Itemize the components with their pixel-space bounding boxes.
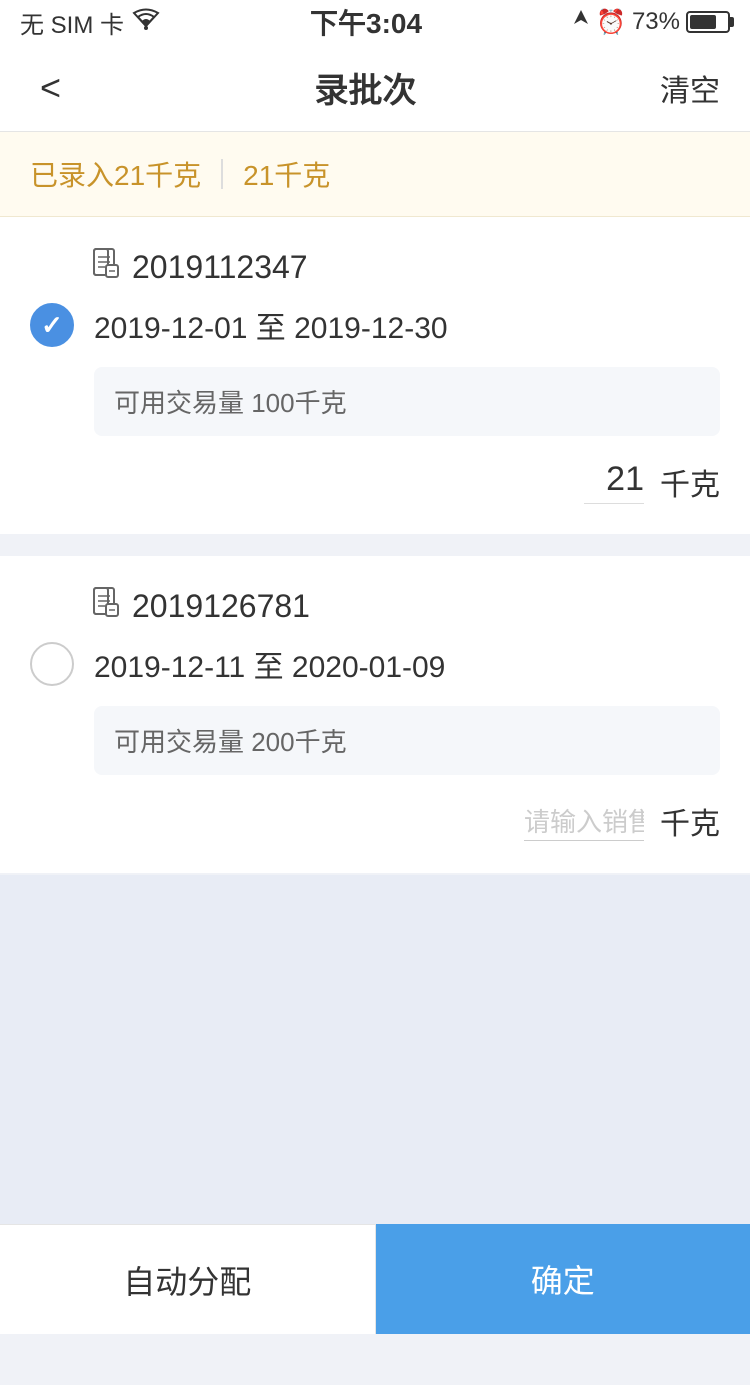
batch-item-2: 2019126781 2019-12-11 至 2020-01-09 可用交易量… <box>0 556 750 775</box>
carrier-text: 无 SIM 卡 <box>20 5 124 40</box>
alarm-icon: ⏰ <box>596 8 626 37</box>
batch-card-2: 2019126781 2019-12-11 至 2020-01-09 可用交易量… <box>0 556 750 873</box>
recorded-label: 已录入21千克 <box>30 154 201 194</box>
batch-id-1: 2019112347 <box>132 249 308 286</box>
page-wrapper: 无 SIM 卡 下午3:04 ⏰ 73% <box>0 0 750 1385</box>
page-title: 录批次 <box>315 63 417 112</box>
battery-fill <box>690 15 716 29</box>
batch-date-2: 2019-12-11 至 2020-01-09 <box>94 642 445 686</box>
batch-radio-1[interactable] <box>30 303 74 347</box>
nav-bar: < 录批次 清空 <box>0 44 750 132</box>
battery-icon <box>686 11 730 33</box>
batch-date-row-2[interactable]: 2019-12-11 至 2020-01-09 <box>30 642 720 686</box>
quantity-value-1: 21 <box>584 460 644 504</box>
batch-id-2: 2019126781 <box>132 588 310 625</box>
wifi-icon <box>132 8 160 37</box>
summary-divider <box>221 159 223 189</box>
batch-radio-2[interactable] <box>30 642 74 686</box>
batch-doc-icon-2 <box>90 586 122 626</box>
batch-doc-icon-1 <box>90 247 122 287</box>
batch-date-1: 2019-12-01 至 2019-12-30 <box>94 303 448 347</box>
quantity-unit-2: 千克 <box>660 799 720 843</box>
batch-id-row-1: 2019112347 <box>90 247 720 287</box>
batch-availability-2: 可用交易量 200千克 <box>94 706 720 775</box>
batch-availability-1: 可用交易量 100千克 <box>94 367 720 436</box>
batch-id-row-2: 2019126781 <box>90 586 720 626</box>
quantity-unit-1: 千克 <box>660 460 720 504</box>
bottom-bar: 自动分配 确定 <box>0 1224 750 1334</box>
batch-date-row-1[interactable]: 2019-12-01 至 2019-12-30 <box>30 303 720 347</box>
quantity-input-2[interactable] <box>524 801 644 841</box>
quantity-row-2: 千克 <box>0 775 750 873</box>
location-icon <box>572 8 590 37</box>
battery-percent: 73% <box>632 8 680 36</box>
status-right: ⏰ 73% <box>572 8 730 37</box>
auto-distribute-button[interactable]: 自动分配 <box>0 1224 376 1334</box>
status-left: 无 SIM 卡 <box>20 5 160 40</box>
empty-area <box>0 875 750 1275</box>
section-gap <box>0 536 750 556</box>
batch-item-1: 2019112347 2019-12-01 至 2019-12-30 可用交易量… <box>0 217 750 436</box>
clear-button[interactable]: 清空 <box>660 66 720 110</box>
status-bar: 无 SIM 卡 下午3:04 ⏰ 73% <box>0 0 750 44</box>
summary-value: 21千克 <box>243 154 330 194</box>
confirm-button[interactable]: 确定 <box>376 1224 750 1334</box>
batch-card-1: 2019112347 2019-12-01 至 2019-12-30 可用交易量… <box>0 217 750 534</box>
status-time: 下午3:04 <box>310 2 422 42</box>
back-button[interactable]: < <box>30 57 71 119</box>
summary-banner: 已录入21千克 21千克 <box>0 132 750 217</box>
quantity-row-1: 21 千克 <box>0 436 750 534</box>
